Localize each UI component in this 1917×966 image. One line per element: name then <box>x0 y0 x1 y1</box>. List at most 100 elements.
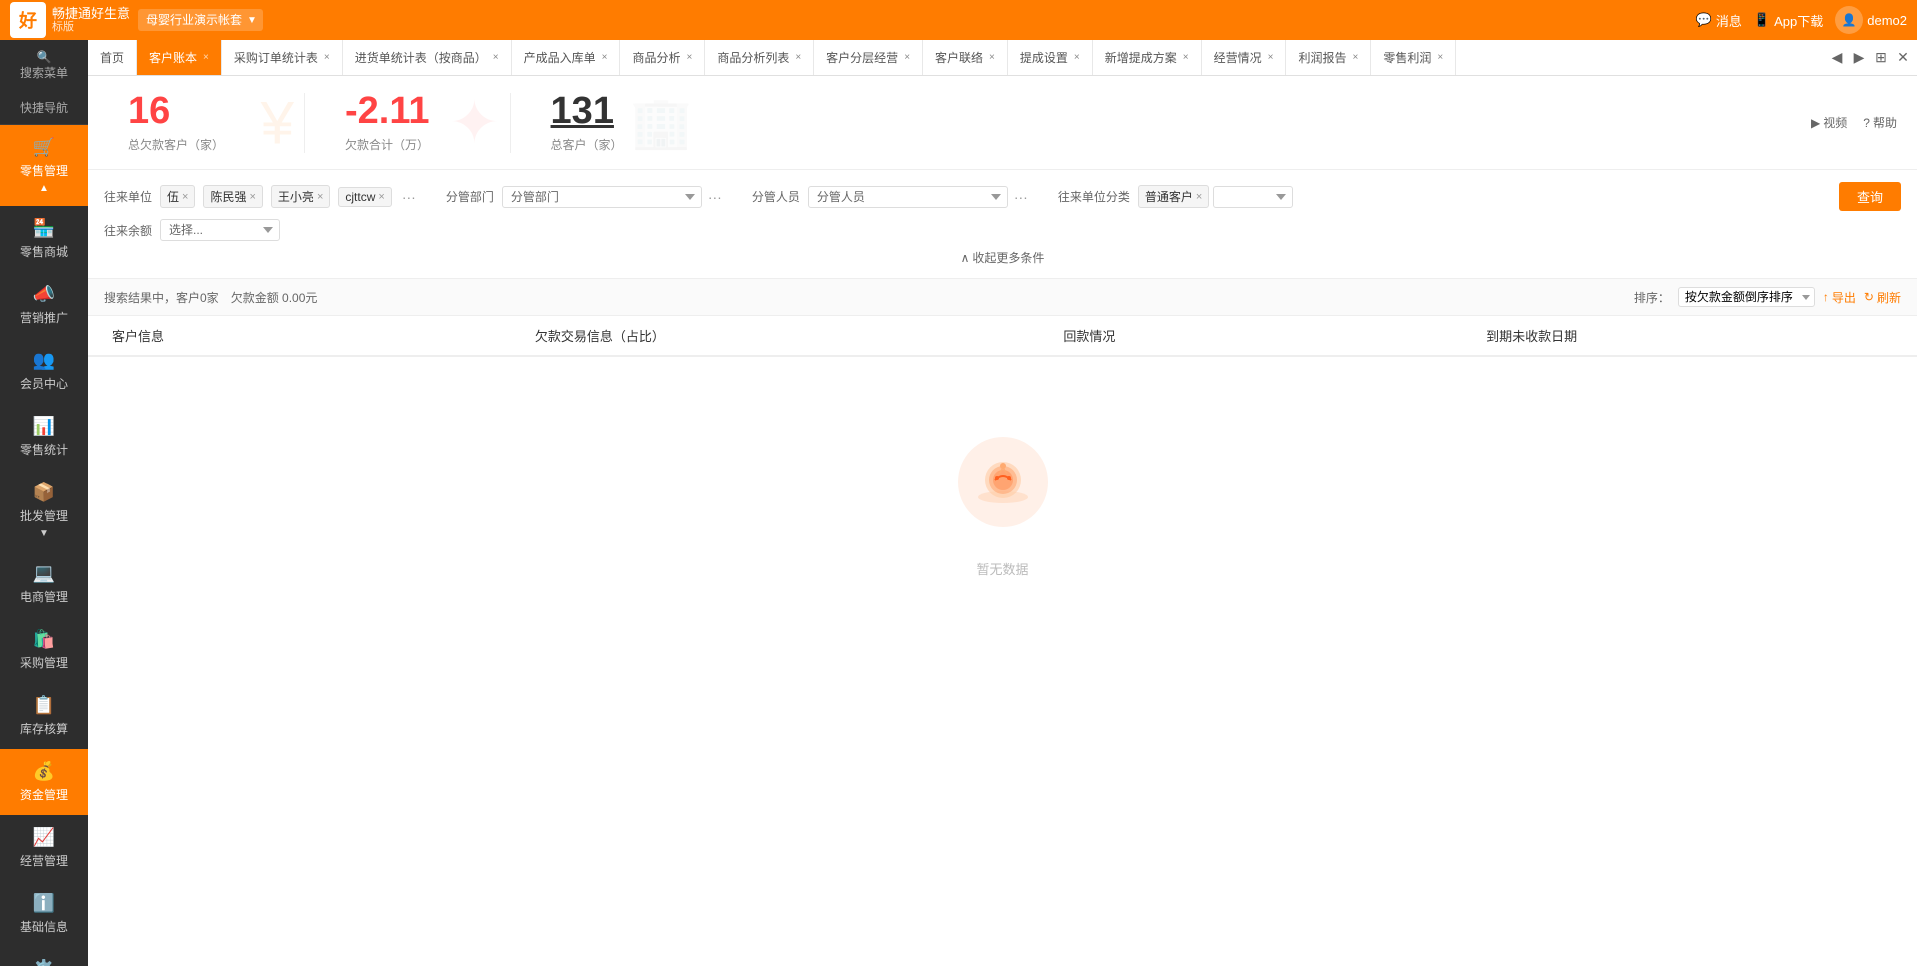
sidebar-item-business[interactable]: 📈 经营管理 <box>0 815 88 881</box>
help-button[interactable]: ? 帮助 <box>1863 114 1897 131</box>
business-icon: 📈 <box>33 827 55 848</box>
export-label: 导出 <box>1832 289 1856 306</box>
tab-close[interactable]: × <box>324 52 330 63</box>
tab-commission-settings[interactable]: 提成设置 × <box>1008 40 1093 76</box>
tag-close-cjttcw[interactable]: × <box>378 191 384 203</box>
sort-label-text: 排序： <box>1634 289 1670 306</box>
amount-text: 欠款金额 0.00元 <box>231 289 318 306</box>
stat-block-total-customers: 131 总客户（家） 🏢 <box>511 92 703 153</box>
sidebar-item-basic-info[interactable]: ℹ️ 基础信息 <box>0 881 88 947</box>
credit-customers-label: 总欠款客户（家） <box>128 136 224 153</box>
filter-collapse-area: ∧ 收起更多条件 <box>104 249 1901 266</box>
tab-close[interactable]: × <box>1074 52 1080 63</box>
more-tags-button[interactable]: ··· <box>400 187 418 207</box>
quick-nav-button[interactable]: 快捷导航 <box>0 91 88 125</box>
tab-product-analysis[interactable]: 商品分析 × <box>620 40 705 76</box>
tab-customer-contact[interactable]: 客户联络 × <box>923 40 1008 76</box>
tab-label: 采购订单统计表 <box>234 49 318 66</box>
logo-subtitle: 标版 <box>52 21 130 34</box>
sidebar-item-retail-management[interactable]: 🛒 零售管理 ▲ <box>0 125 88 206</box>
export-button[interactable]: ↑ 导出 <box>1823 289 1856 306</box>
video-label: 视频 <box>1823 114 1847 131</box>
unit-filter-label: 往来单位 <box>104 188 152 205</box>
tab-close[interactable]: × <box>1352 52 1358 63</box>
tab-customer-tier[interactable]: 客户分层经营 × <box>814 40 923 76</box>
sidebar-item-marketing[interactable]: 📣 营销推广 <box>0 272 88 338</box>
tab-close[interactable]: × <box>686 52 692 63</box>
sidebar-item-ecommerce[interactable]: 💻 电商管理 <box>0 551 88 617</box>
tab-close[interactable]: × <box>1437 52 1443 63</box>
collapse-button[interactable]: ∧ 收起更多条件 <box>961 249 1045 266</box>
tab-label: 新增提成方案 <box>1105 49 1177 66</box>
person-select[interactable]: 分管人员 <box>808 186 1008 208</box>
sidebar-item-inventory[interactable]: 📋 库存核算 <box>0 683 88 749</box>
search-menu-button[interactable]: 🔍 搜索菜单 <box>0 40 88 91</box>
tab-label: 零售利润 <box>1383 49 1431 66</box>
balance-select[interactable]: 选择... <box>160 219 280 241</box>
sidebar-item-label: 基础信息 <box>20 918 68 935</box>
tag-close-wu[interactable]: × <box>182 191 188 203</box>
account-dropdown[interactable]: 母婴行业演示帐套 <box>138 9 263 31</box>
tab-close[interactable]: × <box>1183 52 1189 63</box>
tab-right-arrow[interactable]: ▶ <box>1849 48 1869 68</box>
person-more-icon[interactable]: ··· <box>1012 187 1030 207</box>
tab-home[interactable]: 首页 <box>88 40 137 76</box>
collapse-label: 收起更多条件 <box>972 249 1044 266</box>
tab-product-analysis-list[interactable]: 商品分析列表 × <box>705 40 814 76</box>
tab-label: 商品分析 <box>632 49 680 66</box>
username-label: demo2 <box>1867 13 1907 28</box>
sidebar-item-finance[interactable]: 💰 资金管理 <box>0 749 88 815</box>
dept-select-wrap: 分管部门 ··· <box>502 186 724 208</box>
app-download-label: App下载 <box>1774 11 1823 30</box>
dept-more-icon[interactable]: ··· <box>706 187 724 207</box>
query-button[interactable]: 查询 <box>1839 182 1901 211</box>
video-button[interactable]: ▶ 视频 <box>1811 114 1847 131</box>
tab-close[interactable]: × <box>1268 52 1274 63</box>
tab-purchase-order-stats[interactable]: 采购订单统计表 × <box>222 40 343 76</box>
tab-profit-report[interactable]: 利润报告 × <box>1286 40 1371 76</box>
tab-close[interactable]: × <box>904 52 910 63</box>
tab-close[interactable]: × <box>795 52 801 63</box>
tab-finished-goods[interactable]: 产成品入库单 × <box>512 40 621 76</box>
sidebar-item-retail-stats[interactable]: 📊 零售统计 <box>0 404 88 470</box>
tab-expand[interactable]: ⊞ <box>1871 48 1891 68</box>
tab-new-commission[interactable]: 新增提成方案 × <box>1093 40 1202 76</box>
tab-inbound-stats[interactable]: 进货单统计表（按商品） × <box>343 40 512 76</box>
sidebar-item-retail-mall[interactable]: 🏪 零售商城 <box>0 206 88 272</box>
tag-close-normal[interactable]: × <box>1196 191 1202 203</box>
unit-category-select[interactable] <box>1213 186 1293 208</box>
tag-text: 王小亮 <box>278 188 314 205</box>
sort-select[interactable]: 按欠款金额倒序排序 <box>1678 287 1815 307</box>
tab-customer-ledger-close[interactable]: × <box>203 52 209 63</box>
tab-close[interactable]: × <box>989 52 995 63</box>
tab-close[interactable]: × <box>493 52 499 63</box>
message-button[interactable]: 💬 消息 <box>1696 11 1742 30</box>
ecommerce-icon: 💻 <box>33 563 55 584</box>
tag-close-wang[interactable]: × <box>317 191 323 203</box>
sidebar-item-label: 会员中心 <box>20 375 68 392</box>
user-profile[interactable]: 👤 demo2 <box>1835 6 1907 34</box>
sidebar-item-wholesale[interactable]: 📦 批发管理 ▼ <box>0 470 88 551</box>
tab-close-all[interactable]: ✕ <box>1893 48 1913 68</box>
sidebar-item-system[interactable]: ⚙️ 系统管理 <box>0 947 88 966</box>
unit-category-wrap: 普通客户 × <box>1138 185 1293 208</box>
sidebar-item-purchasing[interactable]: 🛍️ 采购管理 <box>0 617 88 683</box>
tab-retail-profit[interactable]: 零售利润 × <box>1371 40 1456 76</box>
tab-business[interactable]: 经营情况 × <box>1202 40 1287 76</box>
app-download-button[interactable]: 📱 App下载 <box>1754 11 1823 30</box>
credit-customers-value: 16 <box>128 92 170 130</box>
tab-customer-ledger[interactable]: 客户账本 × <box>137 40 222 76</box>
refresh-button[interactable]: ↻ 刷新 <box>1864 289 1901 306</box>
tab-close[interactable]: × <box>602 52 608 63</box>
tag-close-chen[interactable]: × <box>249 191 255 203</box>
tag-text: 普通客户 <box>1145 188 1193 205</box>
tab-label: 客户分层经营 <box>826 49 898 66</box>
filter-row-2: 往来余额 选择... <box>104 219 1901 241</box>
account-dropdown-wrap[interactable]: 母婴行业演示帐套 ▼ <box>130 9 257 31</box>
sidebar-item-member-center[interactable]: 👥 会员中心 <box>0 338 88 404</box>
tab-left-arrow[interactable]: ◀ <box>1827 48 1847 68</box>
stat-block-credit-total: -2.11 欠款合计（万） ✦ <box>305 92 510 153</box>
search-result-text: 搜索结果中，客户0家 <box>104 289 219 306</box>
dept-select[interactable]: 分管部门 <box>502 186 702 208</box>
main-area: 🔍 搜索菜单 快捷导航 🛒 零售管理 ▲ 🏪 零售商城 📣 营销推广 👥 <box>0 40 1917 966</box>
